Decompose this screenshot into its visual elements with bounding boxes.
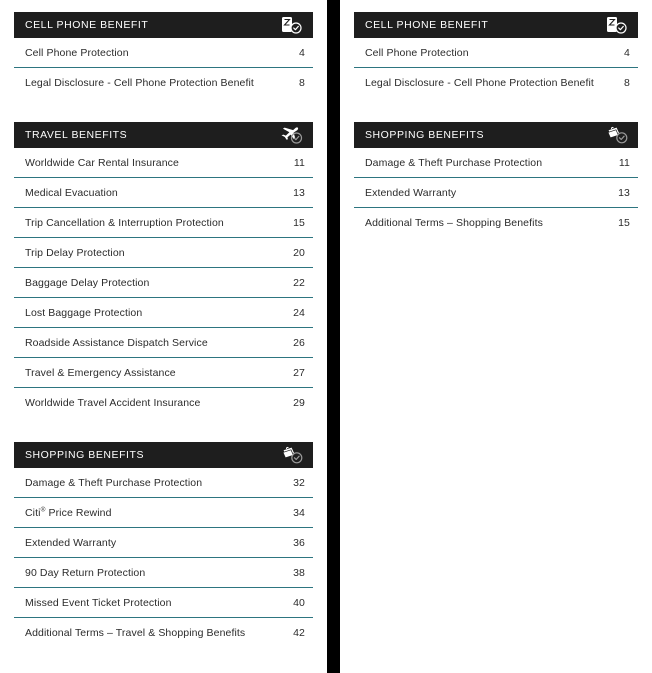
toc-row-label: 90 Day Return Protection <box>25 566 146 579</box>
toc-row-label: Damage & Theft Purchase Protection <box>25 476 203 489</box>
toc-row[interactable]: Extended Warranty 13 <box>354 178 638 208</box>
toc-row-page: 11 <box>618 156 630 169</box>
toc-row-page: 13 <box>293 186 305 199</box>
toc-row[interactable]: 90 Day Return Protection 38 <box>14 558 313 588</box>
toc-row[interactable]: Legal Disclosure - Cell Phone Protection… <box>354 68 638 98</box>
section-title: SHOPPING BENEFITS <box>365 129 485 141</box>
toc-row-page: 15 <box>618 217 630 229</box>
section-title: CELL PHONE BENEFIT <box>365 19 489 31</box>
toc-row[interactable]: Additional Terms – Shopping Benefits 15 <box>354 208 638 238</box>
section-title: CELL PHONE BENEFIT <box>25 19 149 31</box>
toc-row[interactable]: Medical Evacuation 13 <box>14 178 313 208</box>
toc-row-page: 34 <box>293 506 305 519</box>
toc-row-page: 26 <box>293 336 305 349</box>
section-shopping-benefits-left: SHOPPING BENEFITS Damage & Theft Purchas… <box>14 442 313 648</box>
right-column: CELL PHONE BENEFIT Cell Phone Protection… <box>340 0 652 673</box>
toc-row[interactable]: Damage & Theft Purchase Protection 32 <box>14 468 313 498</box>
toc-row[interactable]: Damage & Theft Purchase Protection 11 <box>354 148 638 178</box>
toc-row[interactable]: Legal Disclosure - Cell Phone Protection… <box>14 68 313 98</box>
toc-row[interactable]: Trip Cancellation & Interruption Protect… <box>14 208 313 238</box>
toc-row-page: 20 <box>293 246 305 259</box>
toc-row-label: Legal Disclosure - Cell Phone Protection… <box>25 77 254 89</box>
toc-row-label: Cell Phone Protection <box>25 46 129 59</box>
toc-row-label: Trip Cancellation & Interruption Protect… <box>25 216 224 229</box>
section-cell-phone-benefit-right: CELL PHONE BENEFIT Cell Phone Protection… <box>354 12 638 98</box>
section-title: TRAVEL BENEFITS <box>25 129 128 141</box>
toc-row-label: Medical Evacuation <box>25 186 118 199</box>
shopping-bags-clock-icon <box>604 124 630 146</box>
toc-row[interactable]: Additional Terms – Travel & Shopping Ben… <box>14 618 313 648</box>
toc-row-page: 4 <box>624 46 630 59</box>
toc-row-label: Worldwide Travel Accident Insurance <box>25 397 201 409</box>
toc-row-label: Baggage Delay Protection <box>25 276 150 289</box>
section-shopping-benefits-right: SHOPPING BENEFITS Damage & Theft Purchas… <box>354 122 638 238</box>
toc-row[interactable]: Worldwide Travel Accident Insurance 29 <box>14 388 313 418</box>
cell-phone-clock-icon <box>279 14 305 36</box>
section-header: SHOPPING BENEFITS <box>354 122 638 148</box>
toc-row-page: 29 <box>293 397 305 409</box>
toc-row[interactable]: Lost Baggage Protection 24 <box>14 298 313 328</box>
toc-row[interactable]: Roadside Assistance Dispatch Service 26 <box>14 328 313 358</box>
toc-row-label: Damage & Theft Purchase Protection <box>365 156 543 169</box>
toc-row-page: 22 <box>293 276 305 289</box>
section-title: SHOPPING BENEFITS <box>25 449 145 461</box>
toc-row-page: 38 <box>293 566 305 579</box>
toc-row-label: Roadside Assistance Dispatch Service <box>25 336 208 349</box>
toc-row[interactable]: Cell Phone Protection 4 <box>354 38 638 68</box>
toc-row-page: 15 <box>293 216 305 229</box>
toc-row[interactable]: Baggage Delay Protection 22 <box>14 268 313 298</box>
toc-row-label: Cell Phone Protection <box>365 46 469 59</box>
section-travel-benefits: TRAVEL BENEFITS Worldwide Car Rental Ins… <box>14 122 313 418</box>
benefits-toc-page: CELL PHONE BENEFIT Cell Phone Protection… <box>0 0 652 673</box>
toc-row-page: 27 <box>293 366 305 379</box>
toc-row-page: 11 <box>293 156 305 169</box>
column-divider <box>327 0 340 673</box>
toc-row-label: Trip Delay Protection <box>25 246 125 259</box>
toc-row-label: Legal Disclosure - Cell Phone Protection… <box>365 77 594 89</box>
cell-phone-clock-icon <box>604 14 630 36</box>
toc-row-page: 36 <box>293 536 305 549</box>
section-header: SHOPPING BENEFITS <box>14 442 313 468</box>
toc-row-page: 4 <box>299 46 305 59</box>
toc-row-page: 40 <box>293 596 305 609</box>
toc-row[interactable]: Cell Phone Protection 4 <box>14 38 313 68</box>
toc-row[interactable]: Travel & Emergency Assistance 27 <box>14 358 313 388</box>
toc-row-label: Citi® Price Rewind <box>25 506 112 519</box>
toc-row-page: 8 <box>624 77 630 89</box>
toc-row-label: Additional Terms – Shopping Benefits <box>365 217 543 229</box>
toc-row-page: 42 <box>293 627 305 639</box>
toc-row-label-main: Citi <box>25 506 41 519</box>
shopping-bags-clock-icon <box>279 444 305 466</box>
airplane-clock-icon <box>279 124 305 146</box>
toc-row[interactable]: Citi® Price Rewind 34 <box>14 498 313 528</box>
toc-row[interactable]: Extended Warranty 36 <box>14 528 313 558</box>
toc-row-page: 8 <box>299 77 305 89</box>
toc-row-label: Worldwide Car Rental Insurance <box>25 156 179 169</box>
toc-row[interactable]: Worldwide Car Rental Insurance 11 <box>14 148 313 178</box>
toc-row-label: Extended Warranty <box>365 186 457 199</box>
toc-row-label: Additional Terms – Travel & Shopping Ben… <box>25 627 246 639</box>
section-cell-phone-benefit-left: CELL PHONE BENEFIT Cell Phone Protection… <box>14 12 313 98</box>
toc-row-label: Travel & Emergency Assistance <box>25 366 176 379</box>
section-header: CELL PHONE BENEFIT <box>14 12 313 38</box>
section-header: CELL PHONE BENEFIT <box>354 12 638 38</box>
toc-row[interactable]: Missed Event Ticket Protection 40 <box>14 588 313 618</box>
toc-row-page: 13 <box>618 186 630 199</box>
toc-row-label: Lost Baggage Protection <box>25 306 143 319</box>
toc-row-label-rest: Price Rewind <box>45 506 112 519</box>
toc-row-page: 32 <box>293 476 305 489</box>
toc-row-label: Missed Event Ticket Protection <box>25 596 172 609</box>
toc-row[interactable]: Trip Delay Protection 20 <box>14 238 313 268</box>
left-column: CELL PHONE BENEFIT Cell Phone Protection… <box>0 0 327 673</box>
section-header: TRAVEL BENEFITS <box>14 122 313 148</box>
toc-row-label: Extended Warranty <box>25 536 117 549</box>
toc-row-page: 24 <box>293 306 305 319</box>
